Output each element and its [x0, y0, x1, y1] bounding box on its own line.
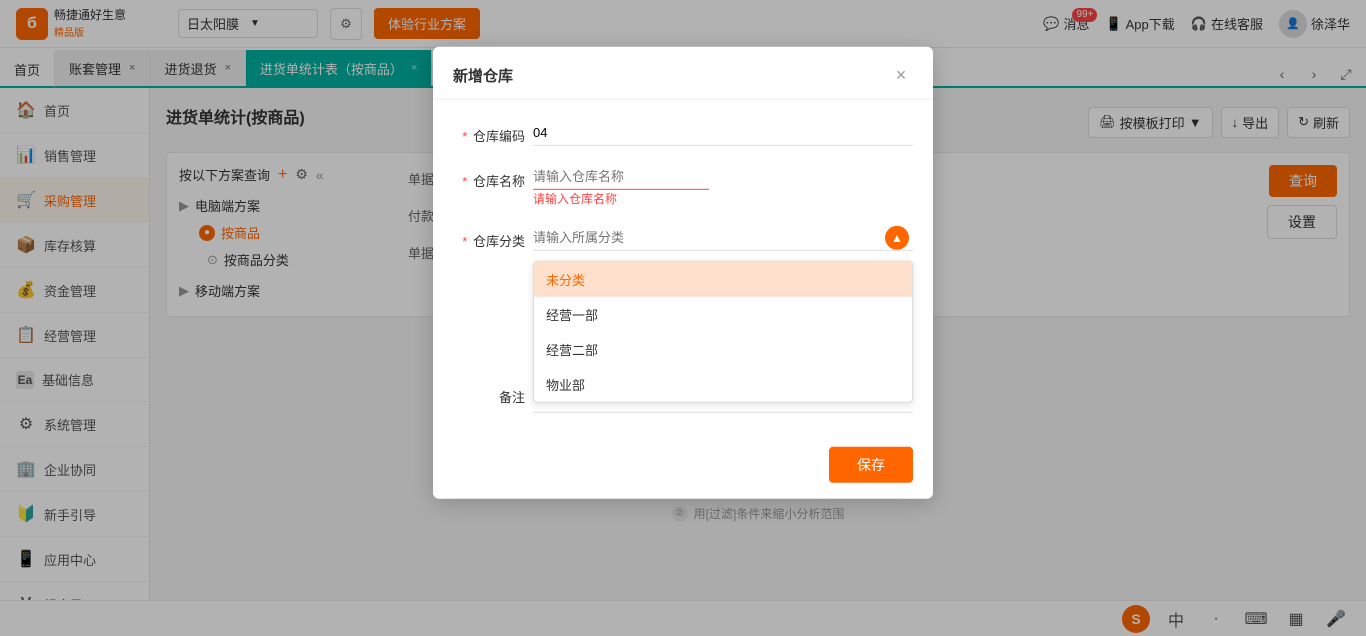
name-input[interactable] — [533, 164, 709, 190]
form-name-row: * 仓库名称 — [453, 164, 709, 190]
dialog-body: * 仓库编码 * 仓库名称 请输入仓库名称 * 仓库分类 — [433, 100, 933, 447]
remark-label: 备注 — [453, 381, 533, 406]
code-label: * 仓库编码 — [453, 120, 533, 145]
name-label: * 仓库名称 — [453, 164, 533, 189]
dialog-header: 新增仓库 × — [433, 47, 933, 100]
code-input[interactable] — [533, 120, 913, 146]
dropdown-option-dept2[interactable]: 经营二部 — [534, 332, 912, 367]
code-label-text: 仓库编码 — [473, 129, 525, 144]
code-required-star: * — [462, 129, 467, 144]
name-error-msg: 请输入仓库名称 — [533, 190, 617, 207]
category-dropdown-arrow[interactable]: ▲ — [885, 226, 909, 250]
new-warehouse-dialog: 新增仓库 × * 仓库编码 * 仓库名称 请输入仓库名称 — [433, 47, 933, 499]
category-dropdown-list: 未分类 经营一部 经营二部 物业部 — [533, 261, 913, 403]
name-error-text: 请输入仓库名称 — [533, 192, 617, 206]
remark-label-text: 备注 — [499, 390, 525, 405]
category-label: * 仓库分类 — [453, 225, 533, 250]
name-label-text: 仓库名称 — [473, 173, 525, 188]
dialog-close-button[interactable]: × — [889, 63, 913, 87]
form-row-category: * 仓库分类 ▲ 未分类 经营一部 经营二部 物业部 — [453, 225, 913, 251]
form-row-code: * 仓库编码 — [453, 120, 913, 146]
dialog-title: 新增仓库 — [453, 64, 513, 85]
category-input[interactable] — [533, 225, 913, 251]
dropdown-option-dept1[interactable]: 经营一部 — [534, 297, 912, 332]
save-button[interactable]: 保存 — [829, 447, 913, 483]
category-select-wrapper: ▲ 未分类 经营一部 经营二部 物业部 — [533, 225, 913, 251]
cat-required-star: * — [462, 234, 467, 249]
dropdown-option-uncategorized[interactable]: 未分类 — [534, 262, 912, 297]
category-label-text: 仓库分类 — [473, 234, 525, 249]
name-required-star: * — [462, 173, 467, 188]
dropdown-option-property[interactable]: 物业部 — [534, 367, 912, 402]
dialog-footer: 保存 — [433, 447, 933, 499]
form-row-name: * 仓库名称 请输入仓库名称 — [453, 164, 913, 207]
